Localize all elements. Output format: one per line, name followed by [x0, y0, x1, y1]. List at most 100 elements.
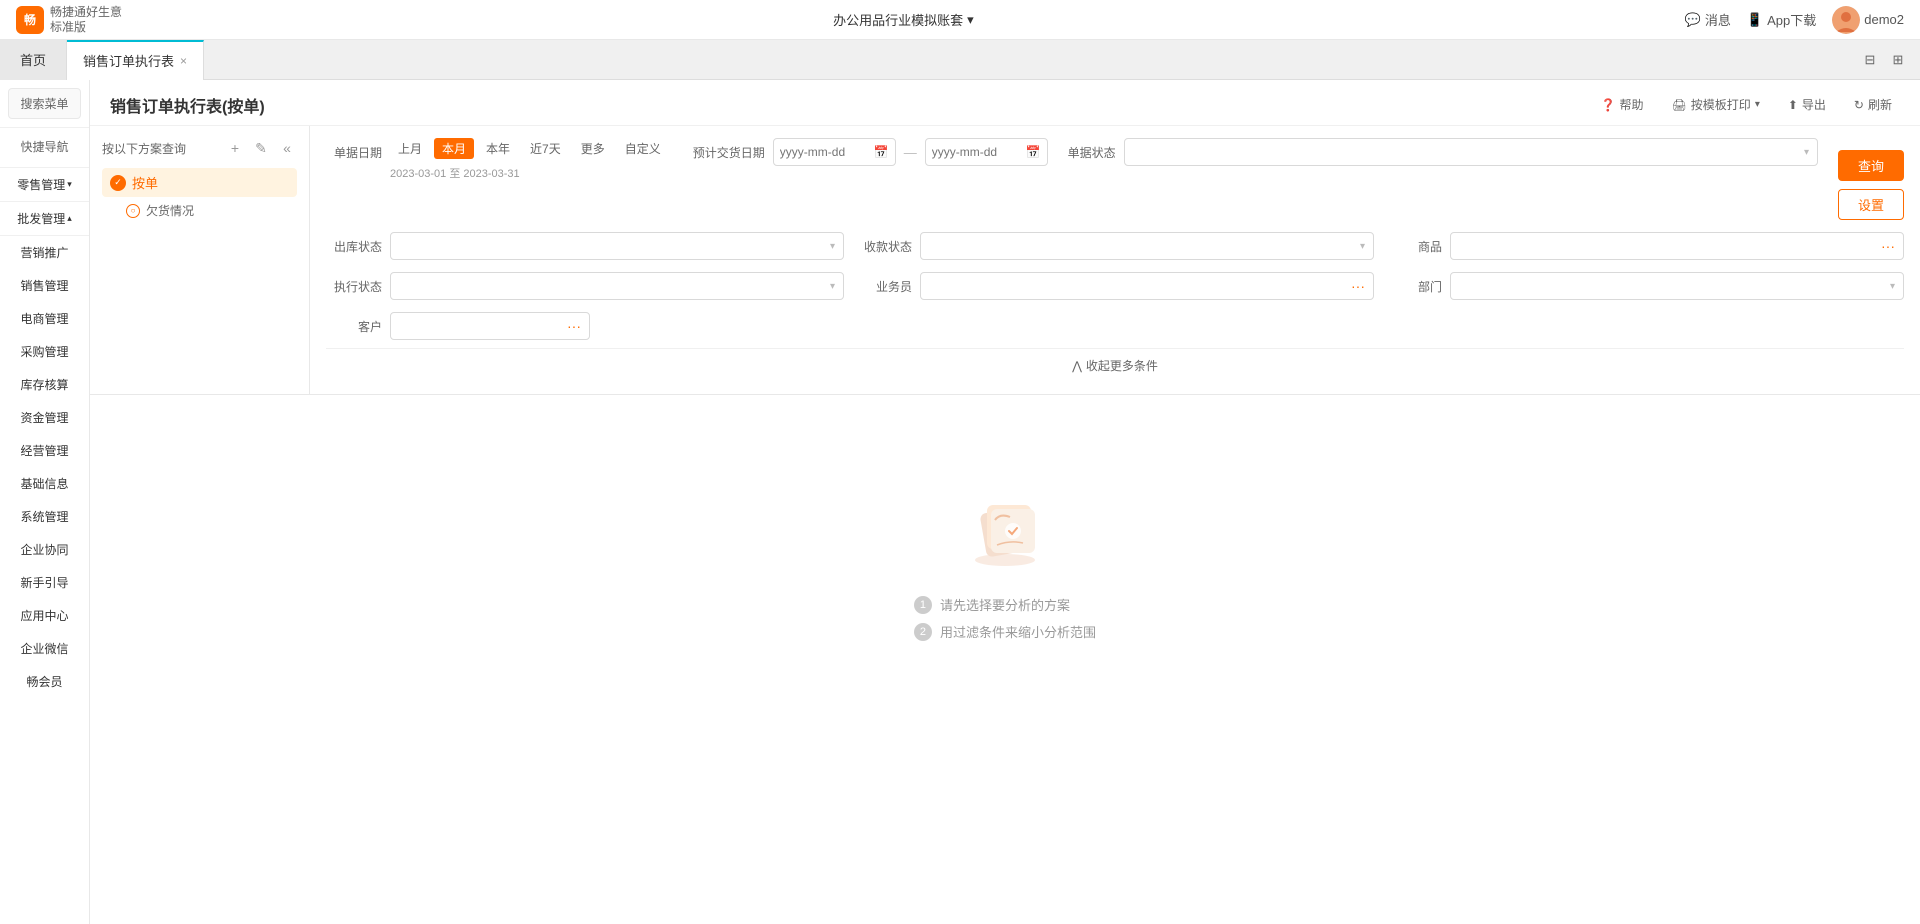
salesman-more-icon[interactable]: ··· — [1351, 278, 1365, 294]
sidebar-item-system[interactable]: 系统管理 — [0, 500, 89, 533]
date-start-input[interactable] — [780, 145, 870, 159]
bill-status-label: 单据状态 — [1060, 144, 1116, 161]
tab-close-button[interactable]: × — [180, 54, 187, 68]
sidebar-quick-nav[interactable]: 快捷导航 — [0, 128, 89, 168]
action-buttons: 查询 设置 — [1830, 138, 1904, 220]
sidebar-search[interactable]: 搜索菜单 — [0, 80, 89, 128]
sidebar-item-ecommerce[interactable]: 电商管理 — [0, 302, 89, 335]
logo-area: 畅 畅捷通好生意 标准版 — [16, 5, 122, 34]
empty-steps: 1 请先选择要分析的方案 2 用过滤条件来缩小分析范围 — [914, 595, 1096, 641]
sidebar-item-wechat[interactable]: 企业微信 — [0, 632, 89, 665]
sidebar-item-marketing[interactable]: 营销推广 — [0, 236, 89, 269]
scheme-sub-icon: ○ — [126, 204, 140, 218]
bill-date-filter: 上月 本月 本年 近7天 更多 自定义 2023-03-01 至 2023-03… — [390, 138, 669, 181]
chevron-down-icon: ▾ — [1360, 241, 1365, 252]
edit-scheme-button[interactable]: ✎ — [251, 138, 271, 158]
add-scheme-button[interactable]: + — [225, 138, 245, 158]
main-layout: 搜索菜单 快捷导航 零售管理 ▾ 批发管理 ▴ 营销推广 销售管理 电商管理 — [0, 80, 1920, 924]
chevron-up-icon: ▴ — [67, 213, 72, 224]
sidebar-item-finance[interactable]: 资金管理 — [0, 401, 89, 434]
sidebar-item-basic-info[interactable]: 基础信息 — [0, 467, 89, 500]
empty-state: 1 请先选择要分析的方案 2 用过滤条件来缩小分析范围 — [90, 395, 1920, 721]
sidebar-item-guide[interactable]: 新手引导 — [0, 566, 89, 599]
app-download-button[interactable]: 📱 App下载 — [1747, 10, 1816, 29]
salesman-select[interactable]: ··· — [920, 272, 1374, 300]
scheme-item-by-bill[interactable]: ✓ 按单 — [102, 168, 297, 197]
wholesale-management-header[interactable]: 批发管理 ▴ — [0, 202, 89, 235]
customer-select[interactable]: ··· — [390, 312, 590, 340]
collapse-scheme-button[interactable]: « — [277, 138, 297, 158]
expected-date-start[interactable]: 📅 — [773, 138, 896, 166]
phone-icon: 📱 — [1747, 12, 1763, 28]
tab-active[interactable]: 销售订单执行表 × — [67, 40, 204, 80]
date-end-input[interactable] — [932, 145, 1022, 159]
sidebar-item-purchase[interactable]: 采购管理 — [0, 335, 89, 368]
retail-management-header[interactable]: 零售管理 ▾ — [0, 168, 89, 201]
dept-label: 部门 — [1386, 278, 1442, 295]
sidebar-item-retail[interactable]: 零售管理 ▾ — [0, 168, 89, 202]
sidebar-item-inventory[interactable]: 库存核算 — [0, 368, 89, 401]
date-tab-last-month[interactable]: 上月 — [390, 138, 430, 159]
tabbar: 首页 销售订单执行表 × ⊟ ⊞ — [0, 40, 1920, 80]
expected-date-end[interactable]: 📅 — [925, 138, 1048, 166]
customer-label: 客户 — [326, 318, 382, 335]
bill-status-select[interactable]: ▾ — [1124, 138, 1818, 166]
empty-step-2: 2 用过滤条件来缩小分析范围 — [914, 622, 1096, 641]
help-button[interactable]: ❓ 帮助 — [1593, 92, 1652, 117]
collapse-more-button[interactable]: ⋀ 收起更多条件 — [326, 348, 1904, 382]
date-tab-this-month[interactable]: 本月 — [434, 138, 474, 159]
topbar: 畅 畅捷通好生意 标准版 办公用品行业模拟账套 ▾ 💬 消息 📱 App下载 d… — [0, 0, 1920, 40]
goods-more-icon[interactable]: ··· — [1881, 238, 1895, 254]
date-range-display: 2023-03-01 至 2023-03-31 — [390, 165, 669, 181]
scheme-header: 按以下方案查询 + ✎ « — [102, 138, 297, 158]
account-dropdown[interactable]: 办公用品行业模拟账套 ▾ — [833, 10, 974, 29]
date-tab-more[interactable]: 更多 — [573, 138, 613, 159]
empty-step-1: 1 请先选择要分析的方案 — [914, 595, 1096, 614]
logo-icon: 畅 — [16, 6, 44, 34]
filter-conditions: 单据日期 上月 本月 本年 近7天 更多 自定义 2023-03-01 至 20… — [310, 126, 1920, 394]
bill-date-label: 单据日期 — [326, 138, 382, 161]
topbar-center[interactable]: 办公用品行业模拟账套 ▾ — [833, 10, 974, 29]
scheme-item-shortage[interactable]: ○ 欠货情况 — [102, 197, 297, 224]
message-button[interactable]: 💬 消息 — [1685, 10, 1731, 29]
out-status-label: 出库状态 — [326, 238, 382, 255]
quick-nav-label[interactable]: 快捷导航 — [0, 134, 89, 161]
customer-more-icon[interactable]: ··· — [567, 318, 581, 334]
empty-illustration — [955, 475, 1055, 575]
calendar-icon-end[interactable]: 📅 — [1026, 145, 1041, 159]
sidebar-item-member[interactable]: 畅会员 — [0, 665, 89, 698]
tab-minimize-button[interactable]: ⊟ — [1860, 50, 1880, 70]
step-2-icon: 2 — [914, 623, 932, 641]
topbar-left: 畅 畅捷通好生意 标准版 — [16, 5, 122, 34]
dept-select[interactable]: ▾ — [1450, 272, 1904, 300]
export-button[interactable]: ⬆ 导出 — [1780, 92, 1834, 117]
collect-status-select[interactable]: ▾ — [920, 232, 1374, 260]
out-status-select[interactable]: ▾ — [390, 232, 844, 260]
user-avatar[interactable]: demo2 — [1832, 6, 1904, 34]
sidebar-item-enterprise[interactable]: 企业协同 — [0, 533, 89, 566]
calendar-icon[interactable]: 📅 — [874, 145, 889, 159]
search-menu-button[interactable]: 搜索菜单 — [8, 88, 81, 119]
tab-maximize-button[interactable]: ⊞ — [1888, 50, 1908, 70]
content-area: 销售订单执行表(按单) ❓ 帮助 🖨 按模板打印 ▾ ⬆ 导出 ↻ 刷新 — [90, 80, 1920, 924]
refresh-button[interactable]: ↻ 刷新 — [1846, 92, 1900, 117]
help-icon: ❓ — [1601, 98, 1616, 112]
goods-label: 商品 — [1386, 238, 1442, 255]
settings-button[interactable]: 设置 — [1838, 189, 1904, 220]
date-tab-7-days[interactable]: 近7天 — [522, 138, 569, 159]
tab-actions: ⊟ ⊞ — [1860, 50, 1920, 70]
goods-select[interactable]: ··· — [1450, 232, 1904, 260]
sidebar-item-wholesale[interactable]: 批发管理 ▴ — [0, 202, 89, 236]
sidebar-item-sales[interactable]: 销售管理 — [0, 269, 89, 302]
date-tab-this-year[interactable]: 本年 — [478, 138, 518, 159]
exec-status-select[interactable]: ▾ — [390, 272, 844, 300]
search-button[interactable]: 查询 — [1838, 150, 1904, 181]
sidebar-item-app-center[interactable]: 应用中心 — [0, 599, 89, 632]
tab-home[interactable]: 首页 — [0, 40, 67, 80]
exec-status-label: 执行状态 — [326, 278, 382, 295]
filter-panel: 按以下方案查询 + ✎ « ✓ 按单 ○ 欠货情况 — [90, 126, 1920, 395]
date-tab-custom[interactable]: 自定义 — [617, 138, 669, 159]
print-button[interactable]: 🖨 按模板打印 ▾ — [1664, 92, 1768, 117]
sidebar-item-operation[interactable]: 经营管理 — [0, 434, 89, 467]
salesman-label: 业务员 — [856, 278, 912, 295]
